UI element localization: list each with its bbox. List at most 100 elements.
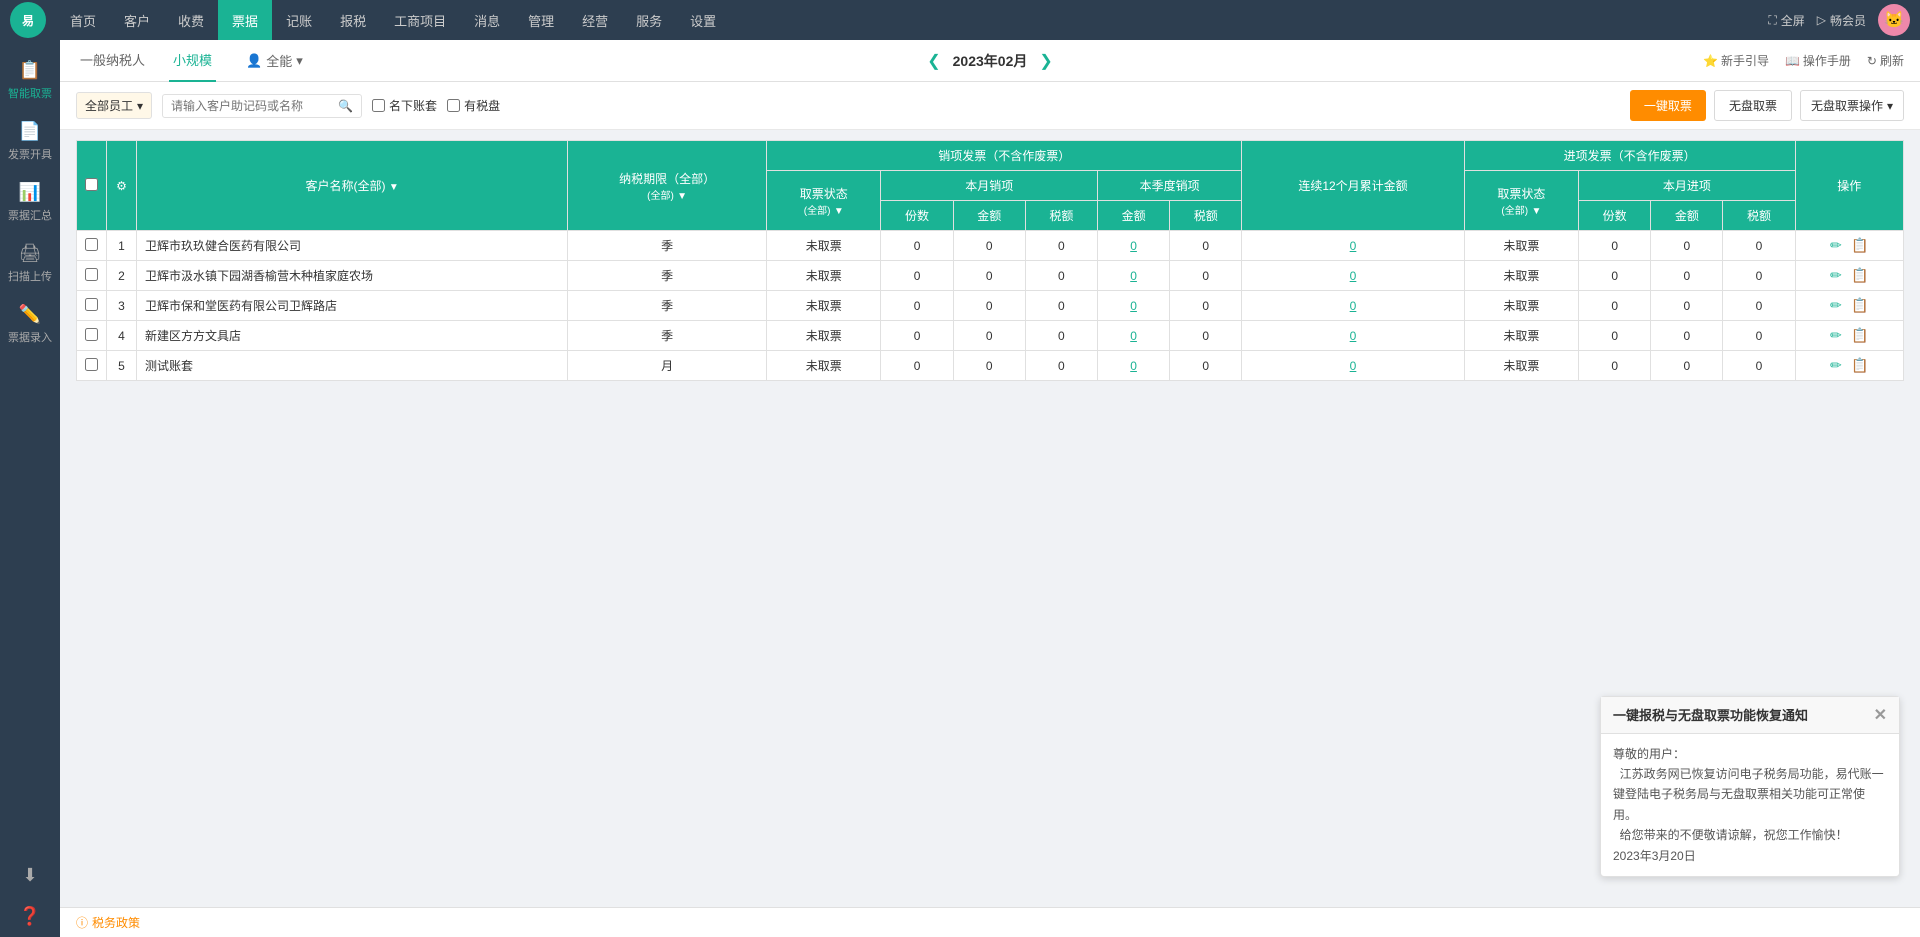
search-icon[interactable]: 🔍: [338, 99, 353, 113]
col-12month-header: 连续12个月累计金额: [1242, 141, 1464, 231]
nav-message[interactable]: 消息: [460, 0, 514, 40]
filter-icon[interactable]: ▼: [834, 206, 844, 217]
sidebar-item-smart-fetch[interactable]: 📋 智能取票: [0, 50, 60, 111]
nav-operation[interactable]: 经营: [568, 0, 622, 40]
notif-title: 一键报税与无盘取票功能恢复通知: [1613, 705, 1808, 724]
col-p-month-tax: 税额: [1723, 201, 1795, 231]
next-period-btn[interactable]: ❯: [1039, 51, 1052, 71]
row-s-12month: 0: [1242, 231, 1464, 261]
edit-btn[interactable]: ✏: [1830, 267, 1842, 283]
summary-icon: 📊: [19, 182, 41, 203]
row-p-month-tax: 0: [1723, 231, 1795, 261]
refresh-btn[interactable]: ↻ 刷新: [1867, 52, 1904, 69]
filter-icon[interactable]: ▼: [1531, 206, 1541, 217]
no-disk-btn[interactable]: 无盘取票: [1714, 90, 1792, 121]
one-click-btn[interactable]: 一键取票: [1630, 90, 1706, 121]
period-nav: ❮ 2023年02月 ❯: [927, 51, 1053, 71]
select-all-checkbox[interactable]: [85, 178, 98, 191]
chevron-down-icon: ▾: [1887, 99, 1893, 113]
entry-icon: ✏️: [19, 304, 41, 325]
edit-btn[interactable]: ✏: [1830, 237, 1842, 253]
user-avatar[interactable]: 🐱: [1878, 4, 1910, 36]
nav-service[interactable]: 服务: [622, 0, 676, 40]
sidebar-item-help[interactable]: ❓: [19, 896, 41, 937]
view-btn[interactable]: 📋: [1851, 357, 1868, 373]
sidebar-item-download[interactable]: ⬇: [19, 855, 41, 896]
invoice-table: ⚙ 客户名称(全部) ▼ 纳税期限（全部） (全部) ▼ 销项发票（不含作废票）…: [76, 140, 1904, 381]
svg-text:易: 易: [22, 14, 34, 28]
fullscreen-btn[interactable]: ⛶ 全屏: [1768, 12, 1804, 29]
tax-disk-check[interactable]: [447, 99, 460, 112]
row-s-month-amount: 0: [953, 321, 1025, 351]
smart-fetch-icon: 📋: [19, 60, 41, 81]
search-input[interactable]: [171, 99, 334, 113]
row-client: 新建区方方文具店: [137, 321, 568, 351]
view-btn[interactable]: 📋: [1851, 237, 1868, 253]
member-btn[interactable]: ▷ 畅会员: [1817, 12, 1866, 29]
new-guide-btn[interactable]: ⭐ 新手引导: [1703, 52, 1769, 69]
row-sales-status: 未取票: [767, 351, 881, 381]
nav-client[interactable]: 客户: [110, 0, 164, 40]
view-btn[interactable]: 📋: [1851, 297, 1868, 313]
view-btn[interactable]: 📋: [1851, 327, 1868, 343]
row-tax-period: 季: [568, 261, 767, 291]
nav-settings[interactable]: 设置: [676, 0, 730, 40]
table-row: 4 新建区方方文具店 季 未取票 0 0 0 0 0 0 未取票 0 0 0 ✏…: [77, 321, 1904, 351]
row-actions: ✏ 📋: [1795, 321, 1903, 351]
row-p-month-tax: 0: [1723, 291, 1795, 321]
row-s-quarter-amount: 0: [1097, 291, 1169, 321]
tax-disk-checkbox[interactable]: 有税盘: [447, 97, 500, 114]
nav-tax[interactable]: 报税: [326, 0, 380, 40]
row-s-month-shares: 0: [881, 351, 953, 381]
sidebar-item-label: 票据汇总: [8, 207, 52, 223]
sidebar-item-issue[interactable]: 📄 发票开具: [0, 111, 60, 172]
notification-panel: 一键报税与无盘取票功能恢复通知 ✕ 尊敬的用户： 江苏政务网已恢复访问电子税务局…: [1600, 696, 1900, 877]
row-checkbox[interactable]: [77, 261, 107, 291]
nav-manage[interactable]: 管理: [514, 0, 568, 40]
row-s-month-amount: 0: [953, 261, 1025, 291]
row-checkbox[interactable]: [77, 231, 107, 261]
sidebar-item-entry[interactable]: ✏️ 票据录入: [0, 294, 60, 355]
nav-accounting[interactable]: 记账: [272, 0, 326, 40]
fullscreen-icon: ⛶: [1768, 13, 1776, 28]
name-account-checkbox[interactable]: 名下账套: [372, 97, 437, 114]
prev-period-btn[interactable]: ❮: [927, 51, 940, 71]
employee-select[interactable]: 全部员工 ▾: [76, 92, 152, 119]
name-account-check[interactable]: [372, 99, 385, 112]
manual-btn[interactable]: 📖 操作手册: [1785, 52, 1851, 69]
edit-btn[interactable]: ✏: [1830, 297, 1842, 313]
row-purchase-status: 未取票: [1464, 351, 1578, 381]
col-checkbox: [77, 141, 107, 231]
chevron-down-icon: ▾: [296, 53, 303, 69]
row-p-month-shares: 0: [1579, 261, 1651, 291]
table-row: 3 卫辉市保和堂医药有限公司卫辉路店 季 未取票 0 0 0 0 0 0 未取票…: [77, 291, 1904, 321]
nav-business[interactable]: 工商项目: [380, 0, 460, 40]
tax-policy-link[interactable]: ⓘ 税务政策: [76, 914, 140, 931]
sidebar-item-summary[interactable]: 📊 票据汇总: [0, 172, 60, 233]
nav-invoice[interactable]: 票据: [218, 0, 272, 40]
row-checkbox[interactable]: [77, 321, 107, 351]
tab-small-scale[interactable]: 小规模: [169, 40, 216, 82]
row-s-quarter-tax: 0: [1170, 351, 1242, 381]
view-btn[interactable]: 📋: [1851, 267, 1868, 283]
row-s-month-shares: 0: [881, 231, 953, 261]
row-purchase-status: 未取票: [1464, 321, 1578, 351]
no-disk-ops-btn[interactable]: 无盘取票操作 ▾: [1800, 90, 1904, 121]
employee-select-label: 全部员工: [85, 97, 133, 114]
col-this-month-sales-header: 本月销项: [881, 171, 1098, 201]
row-checkbox[interactable]: [77, 291, 107, 321]
filter-icon[interactable]: ▼: [389, 182, 399, 193]
settings-icon[interactable]: ⚙: [116, 179, 127, 193]
row-actions: ✏ 📋: [1795, 231, 1903, 261]
nav-home[interactable]: 首页: [56, 0, 110, 40]
row-s-month-shares: 0: [881, 291, 953, 321]
nav-billing[interactable]: 收费: [164, 0, 218, 40]
edit-btn[interactable]: ✏: [1830, 327, 1842, 343]
sidebar-item-scan[interactable]: 🖨 扫描上传: [0, 233, 60, 294]
tab-all[interactable]: 👤 全能 ▾: [236, 51, 313, 70]
tab-general-taxpayer[interactable]: 一般纳税人: [76, 40, 149, 82]
edit-btn[interactable]: ✏: [1830, 357, 1842, 373]
notif-close-btn[interactable]: ✕: [1874, 705, 1887, 725]
filter-icon[interactable]: ▼: [677, 191, 687, 202]
row-checkbox[interactable]: [77, 351, 107, 381]
